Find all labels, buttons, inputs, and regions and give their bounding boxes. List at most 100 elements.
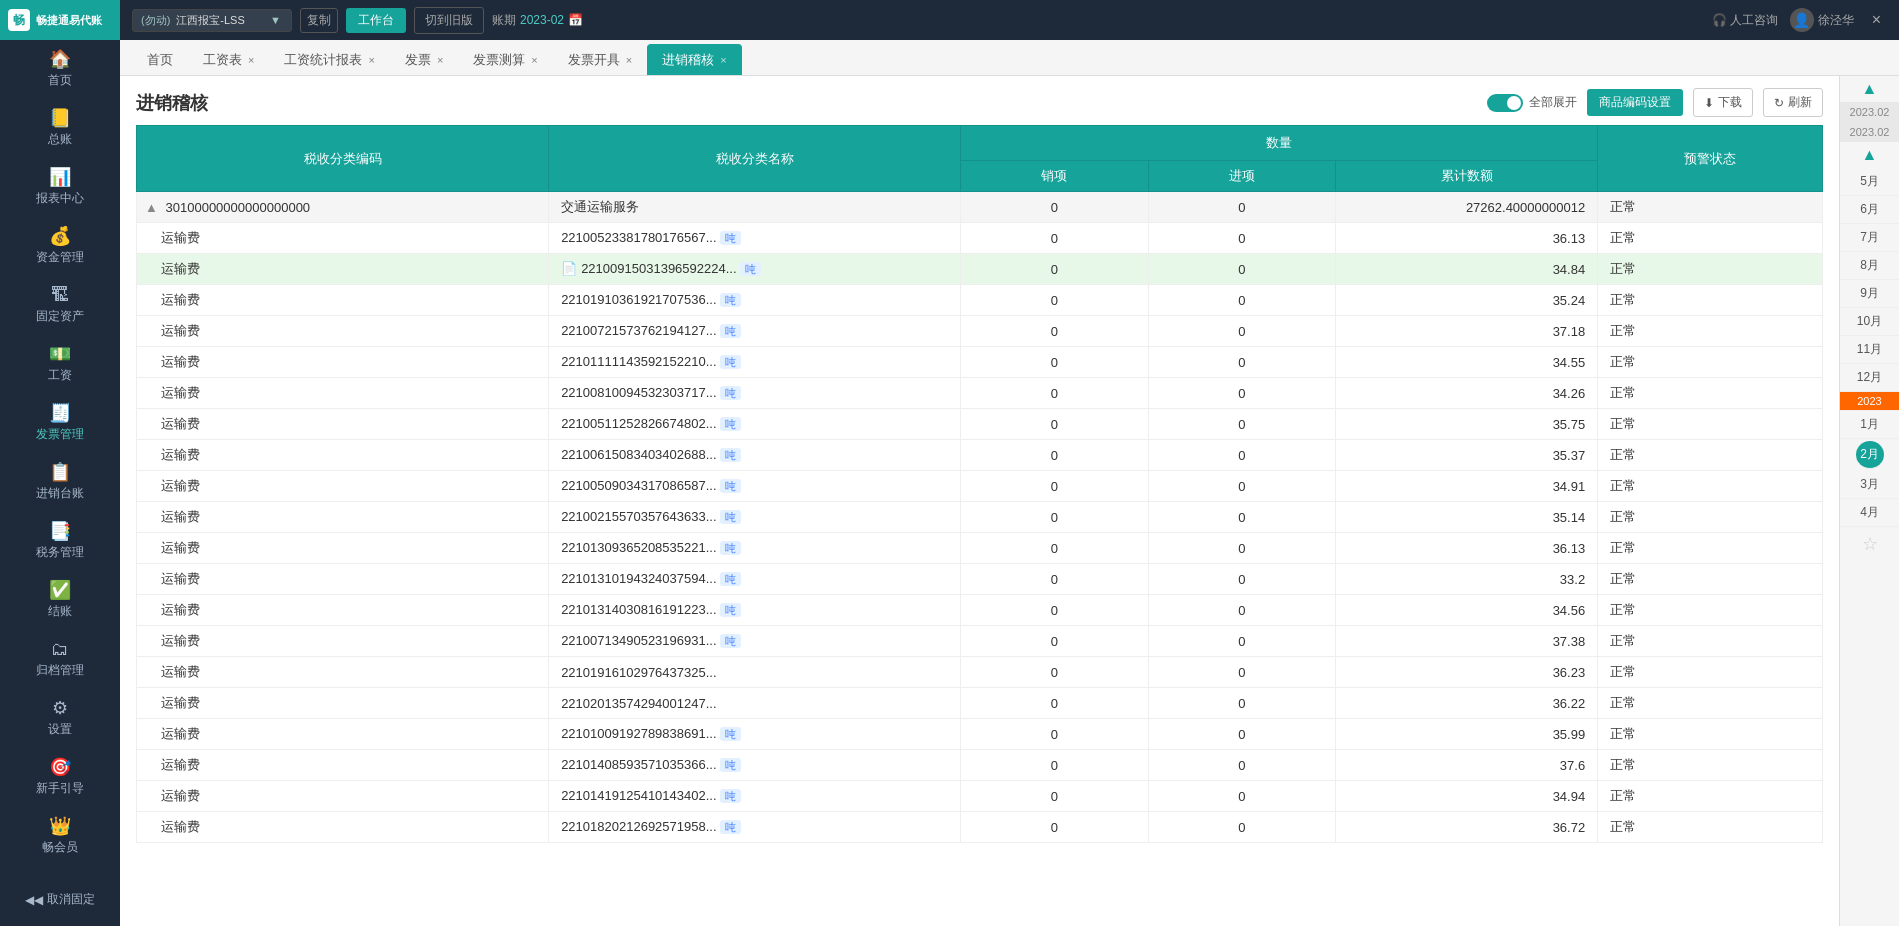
sales-val: 0 <box>961 533 1148 564</box>
sales-val: 0 <box>961 564 1148 595</box>
scroll-up-btn2[interactable]: ▲ <box>1840 142 1899 168</box>
toggle-track[interactable] <box>1487 94 1523 112</box>
invoice-num: 22101310194324037594... 吨 <box>549 564 961 595</box>
ledger-icon: 📒 <box>49 109 71 127</box>
tab-invoice-calc-close[interactable]: × <box>531 54 537 66</box>
sidebar-item-member[interactable]: 👑 畅会员 <box>0 807 120 866</box>
company-tag: (勿动) <box>141 13 170 28</box>
year-2023[interactable]: 2023 <box>1840 392 1899 411</box>
month-9[interactable]: 9月 <box>1840 280 1899 308</box>
tab-salary-stats[interactable]: 工资统计报表 × <box>269 44 389 75</box>
unit-tag: 吨 <box>720 758 741 772</box>
tab-invoice-calc[interactable]: 发票测算 × <box>458 44 552 75</box>
tab-invoice[interactable]: 发票 × <box>390 44 458 75</box>
tab-invoice-open-close[interactable]: × <box>626 54 632 66</box>
unit-tag: 吨 <box>720 820 741 834</box>
purchase-val: 0 <box>1148 657 1335 688</box>
settings-btn[interactable]: 商品编码设置 <box>1587 89 1683 116</box>
sidebar-item-label: 新手引导 <box>36 780 84 797</box>
sidebar-item-label: 发票管理 <box>36 426 84 443</box>
invoice-num: 22101419125410143402... 吨 <box>549 781 961 812</box>
purchase-val: 0 <box>1148 781 1335 812</box>
month-11[interactable]: 11月 <box>1840 336 1899 364</box>
cumulative-val: 34.94 <box>1335 781 1597 812</box>
status-val: 正常 <box>1598 750 1823 781</box>
archive-icon: 🗂 <box>51 640 69 658</box>
sidebar-item-assets[interactable]: 🏗 固定资产 <box>0 276 120 335</box>
unit-tag: 吨 <box>720 355 741 369</box>
item-name: 运输费 <box>137 533 549 564</box>
tab-invoice-close[interactable]: × <box>437 54 443 66</box>
invoice-num: 22101314030816191223... 吨 <box>549 595 961 626</box>
tab-salary-stats-close[interactable]: × <box>368 54 374 66</box>
month-10[interactable]: 10月 <box>1840 308 1899 336</box>
tab-salary-close[interactable]: × <box>248 54 254 66</box>
month-8[interactable]: 8月 <box>1840 252 1899 280</box>
sales-val: 0 <box>961 285 1148 316</box>
month-1[interactable]: 1月 <box>1840 411 1899 439</box>
collapse-icon[interactable]: ▲ <box>145 200 158 215</box>
toggle-thumb <box>1507 96 1521 110</box>
sidebar-item-label: 首页 <box>48 72 72 89</box>
refresh-btn[interactable]: ↻ 刷新 <box>1763 88 1823 117</box>
assets-icon: 🏗 <box>51 286 69 304</box>
favorite-icon[interactable]: ☆ <box>1840 527 1899 561</box>
tab-sales-check-close[interactable]: × <box>720 54 726 66</box>
company-name: 江西报宝-LSS <box>176 13 244 28</box>
month-5[interactable]: 5月 <box>1840 168 1899 196</box>
calendar-icon[interactable]: 📅 <box>568 13 583 27</box>
tab-salary[interactable]: 工资表 × <box>188 44 269 75</box>
sidebar-item-guide[interactable]: 🎯 新手引导 <box>0 748 120 807</box>
sidebar-item-label: 设置 <box>48 721 72 738</box>
sidebar-item-ledger[interactable]: 📒 总账 <box>0 99 120 158</box>
tab-sales-check[interactable]: 进销稽核 × <box>647 44 741 75</box>
unit-tag: 吨 <box>720 324 741 338</box>
item-name: 运输费 <box>137 626 549 657</box>
copy-btn[interactable]: 复制 <box>300 8 338 33</box>
support-btn[interactable]: 🎧 人工咨询 <box>1712 12 1778 29</box>
invoice-num: 22100810094532303717... 吨 <box>549 378 961 409</box>
cumulative-val: 34.84 <box>1335 254 1597 285</box>
sidebar-item-invoices[interactable]: 🧾 发票管理 <box>0 394 120 453</box>
sidebar-item-archive[interactable]: 🗂 归档管理 <box>0 630 120 689</box>
month-7[interactable]: 7月 <box>1840 224 1899 252</box>
workspace-btn[interactable]: 工作台 <box>346 8 406 33</box>
th-quantity: 数量 <box>961 126 1598 161</box>
sidebar-item-tax[interactable]: 📑 税务管理 <box>0 512 120 571</box>
expand-toggle[interactable]: 全部展开 <box>1487 94 1577 112</box>
unpin-btn[interactable]: ◀◀ 取消固定 <box>0 883 120 916</box>
scroll-up-btn[interactable]: ▲ <box>1840 76 1899 102</box>
username: 徐泾华 <box>1818 12 1854 29</box>
sidebar-item-funds[interactable]: 💰 资金管理 <box>0 217 120 276</box>
company-selector[interactable]: (勿动) 江西报宝-LSS ▼ <box>132 9 292 32</box>
sidebar-item-reports[interactable]: 📊 报表中心 <box>0 158 120 217</box>
sidebar-item-sales-ledger[interactable]: 📋 进销台账 <box>0 453 120 512</box>
month-2[interactable]: 2月 <box>1856 441 1884 469</box>
sidebar-item-label: 畅会员 <box>42 839 78 856</box>
invoice-num: 22101916102976437325... <box>549 657 961 688</box>
purchase-val: 0 <box>1148 378 1335 409</box>
status-val: 正常 <box>1598 316 1823 347</box>
tab-home-label: 首页 <box>147 51 173 69</box>
sidebar-item-home[interactable]: 🏠 首页 <box>0 40 120 99</box>
item-name: 运输费 <box>137 812 549 843</box>
tab-invoice-open[interactable]: 发票开具 × <box>553 44 647 75</box>
settings-icon: ⚙ <box>52 699 68 717</box>
download-btn[interactable]: ⬇ 下载 <box>1693 88 1753 117</box>
sales-val: 0 <box>961 223 1148 254</box>
sidebar-item-settings[interactable]: ⚙ 设置 <box>0 689 120 748</box>
back-btn[interactable]: 切到旧版 <box>414 7 484 34</box>
item-name: 运输费 <box>137 595 549 626</box>
month-4[interactable]: 4月 <box>1840 499 1899 527</box>
month-6[interactable]: 6月 <box>1840 196 1899 224</box>
item-name: 运输费 <box>137 378 549 409</box>
month-12[interactable]: 12月 <box>1840 364 1899 392</box>
avatar: 👤 <box>1790 8 1814 32</box>
tab-home[interactable]: 首页 <box>132 44 188 75</box>
sidebar-item-settle[interactable]: ✅ 结账 <box>0 571 120 630</box>
sidebar-item-salary[interactable]: 💵 工资 <box>0 335 120 394</box>
cumulative-val: 34.55 <box>1335 347 1597 378</box>
guide-icon: 🎯 <box>49 758 71 776</box>
month-3[interactable]: 3月 <box>1840 471 1899 499</box>
topbar-close-btn[interactable]: × <box>1866 9 1887 31</box>
